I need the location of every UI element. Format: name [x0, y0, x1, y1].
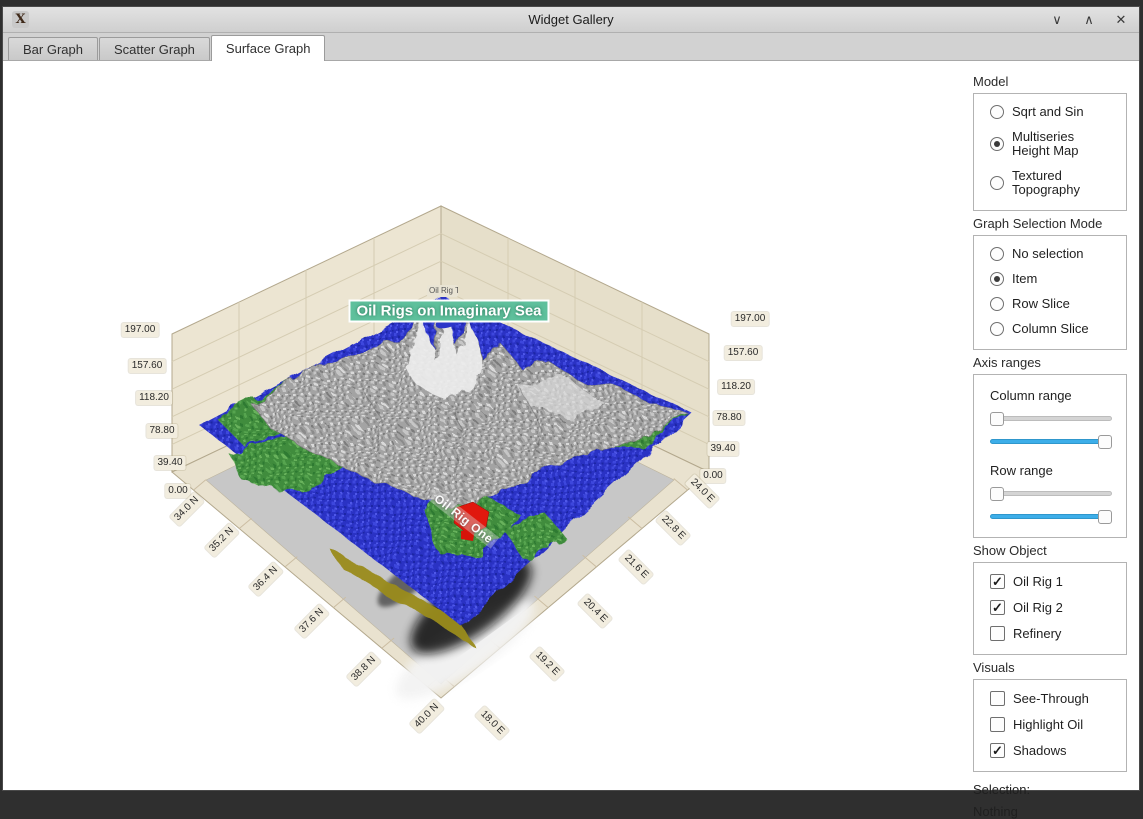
column-range-label: Column range [990, 388, 1122, 403]
radio-label: Multiseries Height Map [1012, 130, 1112, 158]
checkbox-see-through[interactable]: See-Through [990, 691, 1122, 706]
checkbox-highlight-oil[interactable]: Highlight Oil [990, 717, 1122, 732]
check-icon: ✓ [992, 601, 1003, 614]
visuals-group: See-Through Highlight Oil ✓ Shadows [973, 679, 1127, 772]
checkbox-label: Shadows [1013, 744, 1066, 758]
y-axis-tick-right: 157.60 [725, 346, 762, 360]
oil-rig-two-label: Oil Rig Two [427, 285, 458, 297]
checkbox-label: Oil Rig 2 [1013, 601, 1063, 615]
radio-label: No selection [1012, 247, 1084, 261]
radio-column-slice[interactable]: Column Slice [990, 322, 1122, 336]
row-range-label: Row range [990, 463, 1122, 478]
radio-label: Sqrt and Sin [1012, 105, 1084, 119]
slider-groove[interactable] [990, 416, 1112, 421]
column-range-max-slider[interactable] [990, 434, 1112, 449]
selection-label: Selection: [973, 782, 1127, 797]
y-axis-tick-left: 78.80 [146, 424, 177, 438]
axis-ranges-group-title: Axis ranges [973, 355, 1127, 370]
slider-groove[interactable] [990, 439, 1112, 444]
widget-gallery-window: X Widget Gallery ∨ ∧ ✕ Bar Graph Scatter… [2, 6, 1140, 791]
show-object-group: ✓ Oil Rig 1 ✓ Oil Rig 2 Refinery [973, 562, 1127, 655]
radio-icon[interactable] [990, 137, 1004, 151]
y-axis-tick-left: 157.60 [129, 359, 166, 373]
surface-graph-page: Oil Rig Two Oil Rigs on Imaginary Sea Oi… [3, 60, 1139, 790]
radio-icon[interactable] [990, 297, 1004, 311]
checkbox-icon[interactable]: ✓ [990, 600, 1005, 615]
model-group: Sqrt and Sin Multiseries Height Map Text… [973, 93, 1127, 211]
checkbox-label: See-Through [1013, 692, 1089, 706]
radio-icon[interactable] [990, 176, 1004, 190]
selection-mode-group: No selection Item Row Slice Column Slice [973, 235, 1127, 350]
visuals-group-title: Visuals [973, 660, 1127, 675]
y-axis-tick-right: 39.40 [707, 442, 738, 456]
radio-label: Textured Topography [1012, 169, 1112, 197]
radio-sqrt-and-sin[interactable]: Sqrt and Sin [990, 105, 1122, 119]
desktop: X Widget Gallery ∨ ∧ ✕ Bar Graph Scatter… [0, 0, 1143, 806]
row-range-max-slider[interactable] [990, 509, 1112, 524]
slider-groove[interactable] [990, 514, 1112, 519]
radio-icon[interactable] [990, 247, 1004, 261]
y-axis-tick-right: 118.20 [718, 380, 754, 394]
checkbox-oil-rig-1[interactable]: ✓ Oil Rig 1 [990, 574, 1122, 589]
close-icon[interactable]: ✕ [1113, 12, 1129, 28]
y-axis-tick-left: 118.20 [136, 391, 172, 405]
radio-row-slice[interactable]: Row Slice [990, 297, 1122, 311]
checkbox-icon[interactable]: ✓ [990, 574, 1005, 589]
y-axis-tick-left: 39.40 [154, 456, 185, 470]
maximize-icon[interactable]: ∧ [1081, 12, 1097, 28]
checkbox-icon[interactable] [990, 691, 1005, 706]
slider-handle[interactable] [1098, 510, 1112, 524]
y-axis-tick-right: 78.80 [713, 411, 744, 425]
y-axis-tick-right: 0.00 [700, 469, 725, 483]
selection-value: Nothing [973, 804, 1127, 819]
checkbox-icon[interactable]: ✓ [990, 743, 1005, 758]
model-group-title: Model [973, 74, 1127, 89]
checkbox-refinery[interactable]: Refinery [990, 626, 1122, 641]
tab-surface-graph[interactable]: Surface Graph [211, 35, 326, 61]
slider-groove[interactable] [990, 491, 1112, 496]
radio-textured-topography[interactable]: Textured Topography [990, 169, 1122, 197]
checkbox-oil-rig-2[interactable]: ✓ Oil Rig 2 [990, 600, 1122, 615]
y-axis-tick-left: 0.00 [165, 484, 190, 498]
radio-icon[interactable] [990, 322, 1004, 336]
checkbox-shadows[interactable]: ✓ Shadows [990, 743, 1122, 758]
checkbox-label: Oil Rig 1 [1013, 575, 1063, 589]
radio-icon[interactable] [990, 272, 1004, 286]
y-axis-tick-right: 197.00 [732, 312, 769, 326]
checkbox-label: Highlight Oil [1013, 718, 1083, 732]
check-icon: ✓ [992, 575, 1003, 588]
minimize-icon[interactable]: ∨ [1049, 12, 1065, 28]
radio-icon[interactable] [990, 105, 1004, 119]
slider-handle[interactable] [1098, 435, 1112, 449]
show-object-group-title: Show Object [973, 543, 1127, 558]
checkbox-label: Refinery [1013, 627, 1061, 641]
radio-item[interactable]: Item [990, 272, 1122, 286]
slider-handle[interactable] [990, 412, 1004, 426]
y-axis-tick-left: 197.00 [122, 323, 159, 337]
radio-label: Column Slice [1012, 322, 1089, 336]
slider-handle[interactable] [990, 487, 1004, 501]
checkbox-icon[interactable] [990, 717, 1005, 732]
control-panel: Model Sqrt and Sin Multiseries Height Ma… [973, 69, 1127, 819]
radio-multiseries-height-map[interactable]: Multiseries Height Map [990, 130, 1122, 158]
checkbox-icon[interactable] [990, 626, 1005, 641]
tab-bar-graph[interactable]: Bar Graph [8, 37, 98, 60]
window-title: Widget Gallery [3, 12, 1139, 27]
radio-label: Item [1012, 272, 1037, 286]
tab-bar: Bar Graph Scatter Graph Surface Graph [3, 33, 1139, 60]
titlebar[interactable]: X Widget Gallery ∨ ∧ ✕ [3, 7, 1139, 33]
axis-ranges-group: Column range Row range [973, 374, 1127, 538]
surface-3d-view[interactable]: Oil Rig Two Oil Rigs on Imaginary Sea Oi… [3, 61, 965, 784]
radio-no-selection[interactable]: No selection [990, 247, 1122, 261]
check-icon: ✓ [992, 744, 1003, 757]
column-range-min-slider[interactable] [990, 411, 1112, 426]
row-range-min-slider[interactable] [990, 486, 1112, 501]
selection-mode-group-title: Graph Selection Mode [973, 216, 1127, 231]
tab-scatter-graph[interactable]: Scatter Graph [99, 37, 210, 60]
radio-label: Row Slice [1012, 297, 1070, 311]
surface-plot-canvas [3, 61, 965, 784]
chart-title: Oil Rigs on Imaginary Sea [348, 300, 549, 323]
